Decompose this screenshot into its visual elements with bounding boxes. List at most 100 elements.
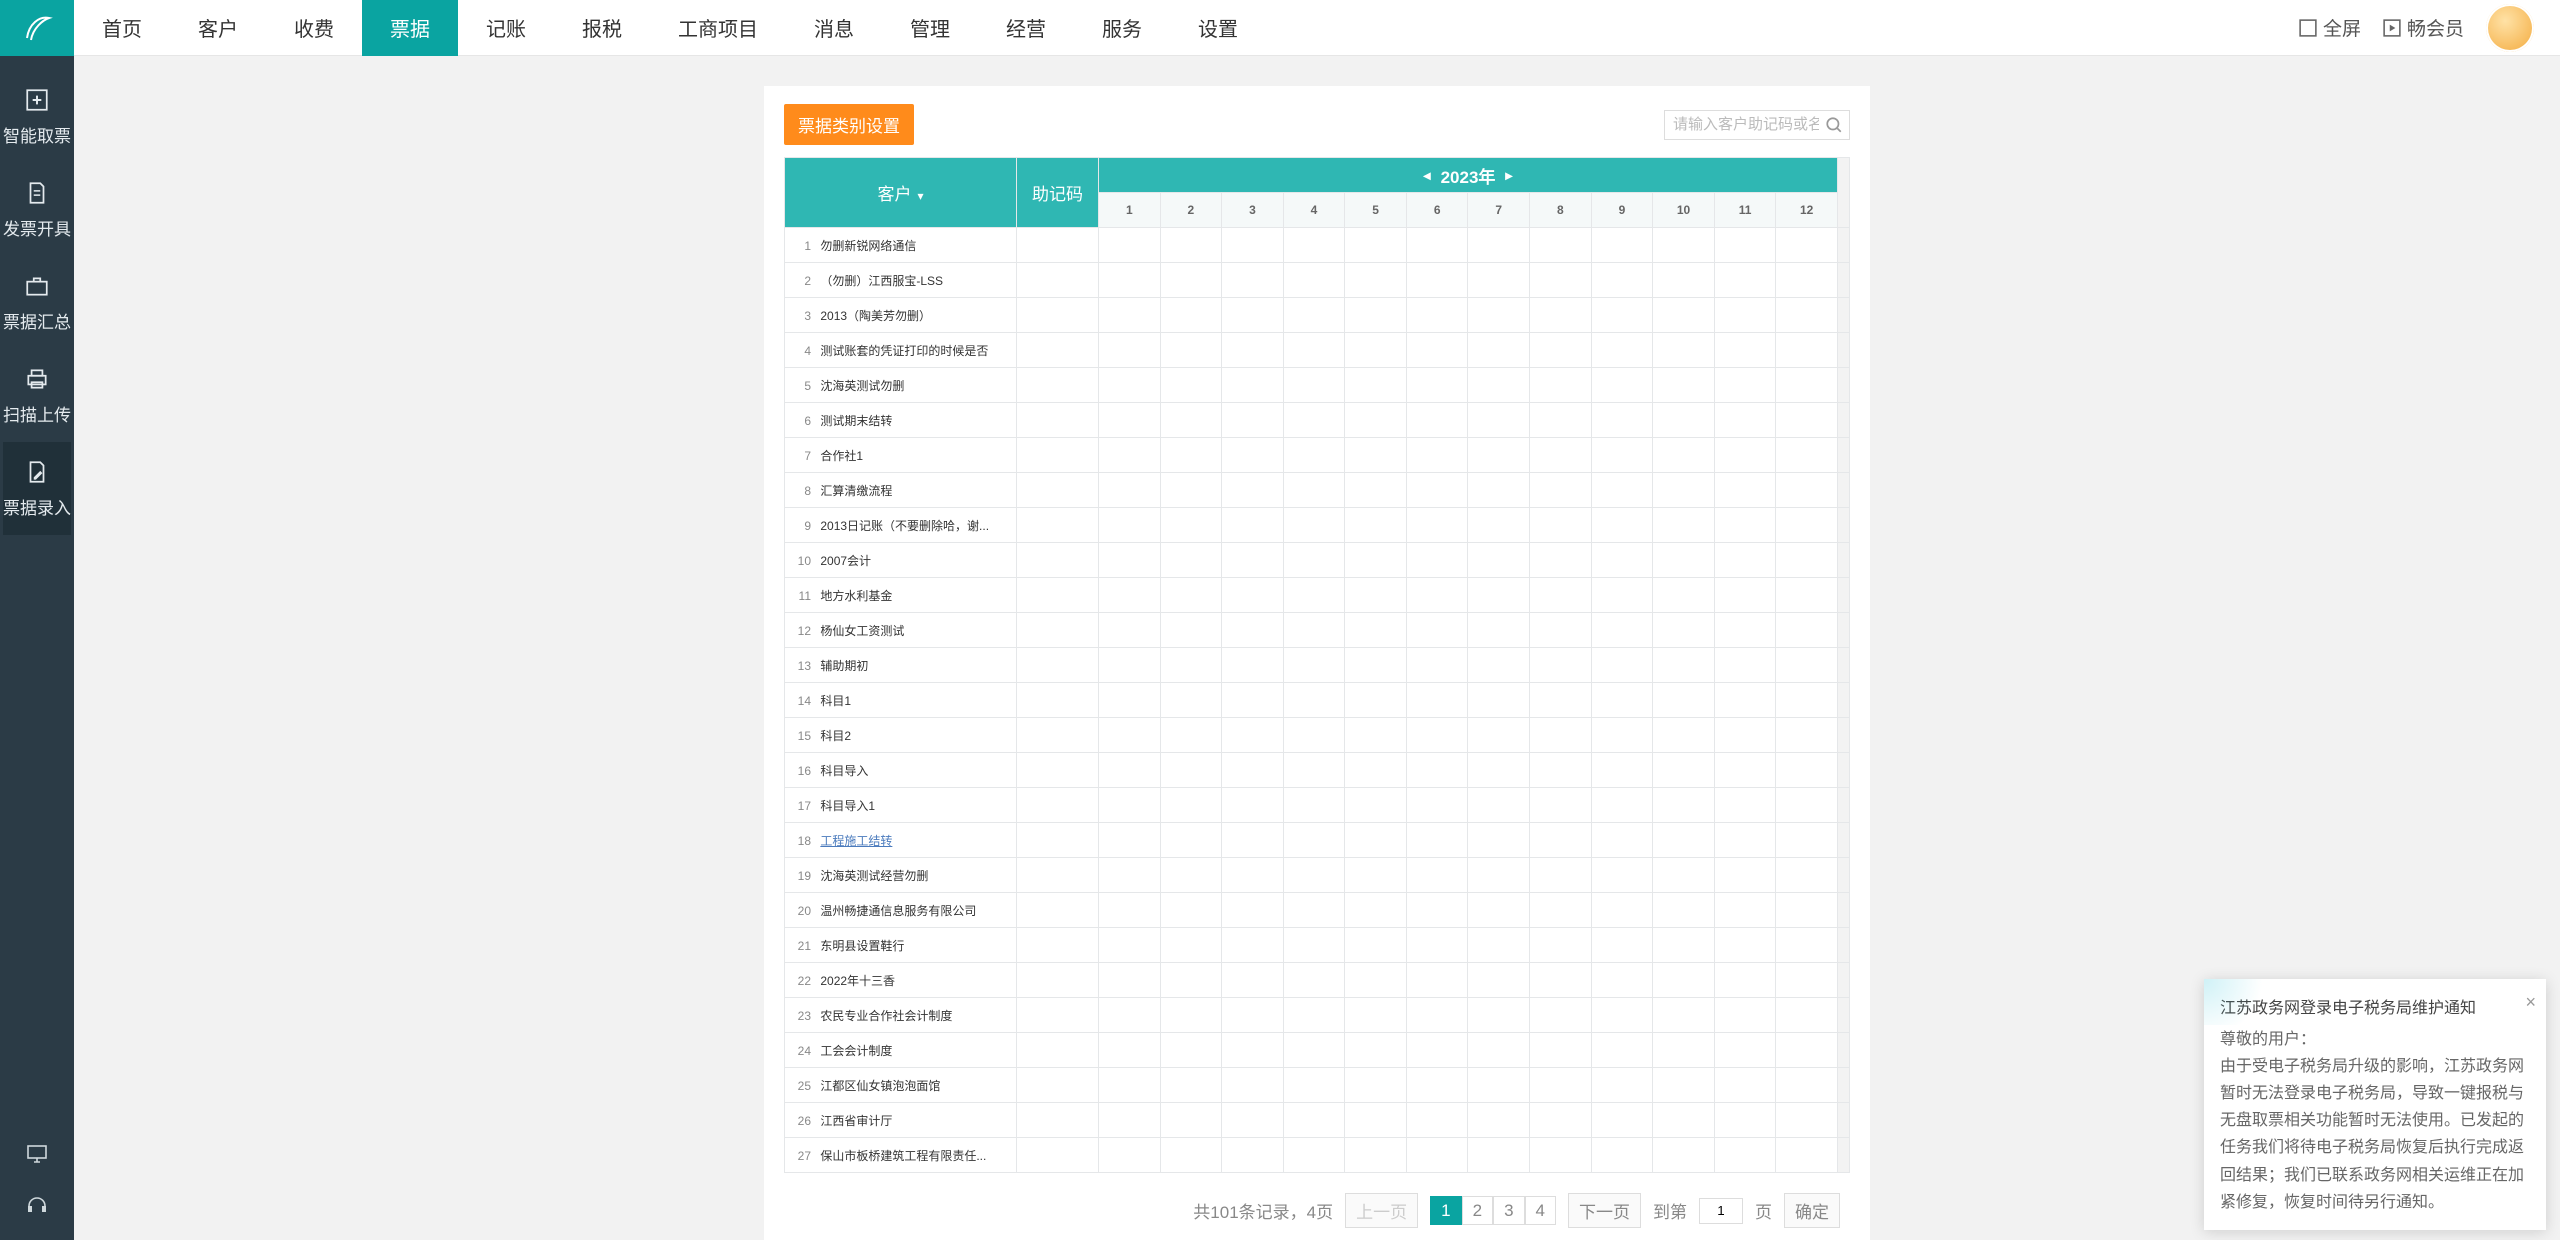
table-row[interactable]: 5 沈海英测试勿删 (785, 368, 1850, 403)
edit-doc-icon (23, 458, 51, 486)
nav-首页[interactable]: 首页 (74, 0, 170, 56)
nav-工商项目[interactable]: 工商项目 (650, 0, 786, 56)
table-row[interactable]: 2 （勿删）江西服宝-LSS (785, 263, 1850, 298)
nav-管理[interactable]: 管理 (882, 0, 978, 56)
membership-link[interactable]: 畅会员 (2383, 14, 2464, 41)
nav-票据[interactable]: 票据 (362, 0, 458, 56)
customer-name: 科目1 (820, 694, 851, 708)
table-row[interactable]: 15 科目2 (785, 718, 1850, 753)
month-col-3[interactable]: 3 (1222, 193, 1284, 228)
sort-caret-icon: ▾ (917, 189, 923, 203)
sidebar-item-扫描上传[interactable]: 扫描上传 (3, 349, 71, 442)
pager-prev[interactable]: 上一页 (1345, 1193, 1418, 1228)
customer-name: 2022年十三香 (820, 974, 895, 988)
pager-next[interactable]: 下一页 (1568, 1193, 1641, 1228)
sidebar-item-票据汇总[interactable]: 票据汇总 (3, 256, 71, 349)
table-row[interactable]: 4 测试账套的凭证打印的时候是否 (785, 333, 1850, 368)
table-row[interactable]: 14 科目1 (785, 683, 1850, 718)
month-col-5[interactable]: 5 (1345, 193, 1407, 228)
table-row[interactable]: 24 工会会计制度 (785, 1033, 1850, 1068)
sidebar-item-票据录入[interactable]: 票据录入 (3, 442, 71, 535)
year-next-icon[interactable]: ▸ (1505, 167, 1512, 184)
table-row[interactable]: 26 江西省审计厅 (785, 1103, 1850, 1138)
sidebar-item-label: 扫描上传 (3, 401, 71, 426)
nav-客户[interactable]: 客户 (170, 0, 266, 56)
pager-page-4[interactable]: 4 (1525, 1196, 1556, 1225)
pager-page-1[interactable]: 1 (1430, 1196, 1461, 1225)
table-row[interactable]: 21 东明县设置鞋行 (785, 928, 1850, 963)
table-row[interactable]: 3 2013（陶美芳勿删） (785, 298, 1850, 333)
sidebar-item-label: 票据汇总 (3, 308, 71, 333)
month-col-6[interactable]: 6 (1406, 193, 1468, 228)
category-settings-button[interactable]: 票据类别设置 (784, 104, 914, 145)
col-customer[interactable]: 客户▾ (785, 158, 1017, 228)
table-row[interactable]: 7 合作社1 (785, 438, 1850, 473)
table-row[interactable]: 20 温州畅捷通信息服务有限公司 (785, 893, 1850, 928)
customer-name: 农民专业合作社会计制度 (820, 1009, 952, 1023)
customer-name[interactable]: 工程施工结转 (820, 834, 892, 848)
year-prev-icon[interactable]: ◂ (1424, 167, 1431, 184)
sidebar-item-发票开具[interactable]: 发票开具 (3, 163, 71, 256)
notice-close-icon[interactable]: × (2525, 987, 2536, 1018)
membership-label: 畅会员 (2407, 14, 2464, 41)
month-col-1[interactable]: 1 (1099, 193, 1161, 228)
customer-name: 杨仙女工资测试 (820, 624, 904, 638)
table-row[interactable]: 17 科目导入1 (785, 788, 1850, 823)
month-col-2[interactable]: 2 (1160, 193, 1222, 228)
table-row[interactable]: 11 地方水利基金 (785, 578, 1850, 613)
app-logo[interactable] (0, 0, 74, 56)
table-row[interactable]: 1 勿删新锐网络通信 (785, 228, 1850, 263)
month-col-12[interactable]: 12 (1776, 193, 1838, 228)
nav-消息[interactable]: 消息 (786, 0, 882, 56)
nav-收费[interactable]: 收费 (266, 0, 362, 56)
pager-page-3[interactable]: 3 (1493, 1196, 1524, 1225)
nav-经营[interactable]: 经营 (978, 0, 1074, 56)
month-col-9[interactable]: 9 (1591, 193, 1653, 228)
table-row[interactable]: 10 2007会计 (785, 543, 1850, 578)
plus-box-icon (23, 86, 51, 114)
pager-goto-suffix: 页 (1755, 1198, 1772, 1223)
pager-goto-input[interactable] (1699, 1198, 1743, 1224)
pager-page-2[interactable]: 2 (1462, 1196, 1493, 1225)
user-avatar[interactable] (2486, 4, 2534, 52)
month-col-7[interactable]: 7 (1468, 193, 1530, 228)
nav-设置[interactable]: 设置 (1170, 0, 1266, 56)
nav-服务[interactable]: 服务 (1074, 0, 1170, 56)
fullscreen-label: 全屏 (2323, 14, 2361, 41)
monitor-icon[interactable] (23, 1140, 51, 1168)
table-row[interactable]: 22 2022年十三香 (785, 963, 1850, 998)
customer-name: 科目导入1 (820, 799, 875, 813)
table-row[interactable]: 18 工程施工结转 (785, 823, 1850, 858)
month-col-4[interactable]: 4 (1283, 193, 1345, 228)
table-row[interactable]: 25 江都区仙女镇泡泡面馆 (785, 1068, 1850, 1103)
customer-name: 沈海英测试经营勿删 (820, 869, 928, 883)
pager-goto-prefix: 到第 (1653, 1198, 1687, 1223)
table-row[interactable]: 19 沈海英测试经营勿删 (785, 858, 1850, 893)
table-row[interactable]: 12 杨仙女工资测试 (785, 613, 1850, 648)
table-row[interactable]: 13 辅助期初 (785, 648, 1850, 683)
sidebar-item-智能取票[interactable]: 智能取票 (3, 70, 71, 163)
nav-记账[interactable]: 记账 (458, 0, 554, 56)
table-row[interactable]: 27 保山市板桥建筑工程有限责任... (785, 1138, 1850, 1173)
sidebar-item-label: 票据录入 (3, 494, 71, 519)
headset-icon[interactable] (23, 1190, 51, 1218)
col-mnemonic: 助记码 (1017, 158, 1099, 228)
table-row[interactable]: 6 测试期末结转 (785, 403, 1850, 438)
month-col-11[interactable]: 11 (1714, 193, 1776, 228)
table-row[interactable]: 8 汇算清缴流程 (785, 473, 1850, 508)
pager-confirm[interactable]: 确定 (1784, 1193, 1840, 1228)
nav-报税[interactable]: 报税 (554, 0, 650, 56)
table-row[interactable]: 23 农民专业合作社会计制度 (785, 998, 1850, 1033)
customer-search-input[interactable] (1664, 110, 1850, 140)
table-row[interactable]: 16 科目导入 (785, 753, 1850, 788)
customer-name: 测试期末结转 (820, 414, 892, 428)
document-icon (23, 179, 51, 207)
search-icon[interactable] (1825, 116, 1843, 134)
month-col-8[interactable]: 8 (1530, 193, 1592, 228)
notice-panel: × 江苏政务网登录电子税务局维护通知 尊敬的用户： 由于受电子税务局升级的影响，… (2204, 979, 2546, 1231)
year-label: 2023年 (1441, 163, 1496, 188)
month-col-10[interactable]: 10 (1653, 193, 1715, 228)
play-box-icon (2383, 19, 2401, 37)
table-row[interactable]: 9 2013日记账（不要删除哈，谢... (785, 508, 1850, 543)
fullscreen-toggle[interactable]: 全屏 (2299, 14, 2361, 41)
